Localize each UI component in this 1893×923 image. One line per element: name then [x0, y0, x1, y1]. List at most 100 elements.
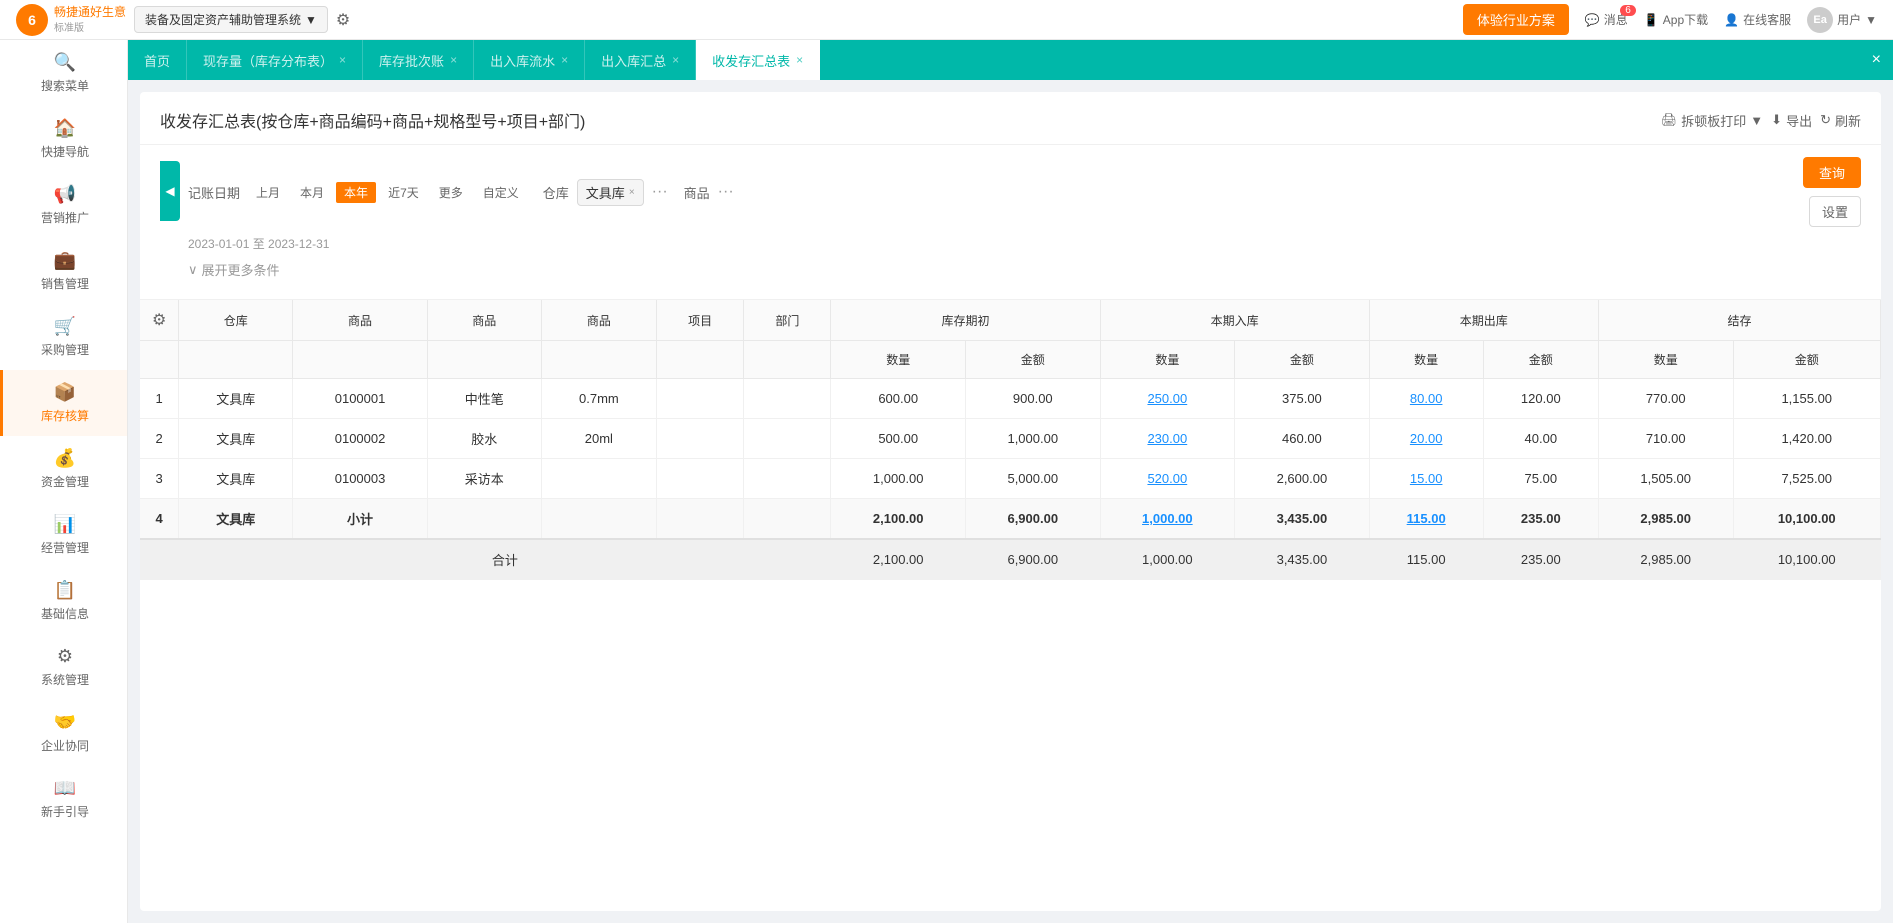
print-button[interactable]: 🖨 拆顿板打印 ▼ — [1661, 111, 1763, 130]
sidebar-item-basic-info[interactable]: 📋 基础信息 — [0, 568, 127, 634]
th-sub-name — [427, 341, 541, 379]
warehouse-more[interactable]: ··· — [652, 183, 668, 201]
page-actions: 🖨 拆顿板打印 ▼ ⬇ 导出 ↻ 刷新 — [1661, 111, 1861, 130]
out-qty-link-3[interactable]: 15.00 — [1410, 471, 1443, 486]
cell-subtotal-empty4 — [744, 499, 831, 540]
in-qty-link-3[interactable]: 520.00 — [1147, 471, 1187, 486]
cell-out-qty-2[interactable]: 20.00 — [1369, 419, 1483, 459]
in-qty-link-2[interactable]: 230.00 — [1147, 431, 1187, 446]
collapse-button[interactable]: ◀ — [160, 161, 180, 221]
user-item[interactable]: Ea 用户 ▼ — [1807, 7, 1877, 33]
th-closing: 结存 — [1598, 300, 1880, 341]
chevron-down-icon: ∨ — [188, 262, 198, 278]
cell-out-qty-3[interactable]: 15.00 — [1369, 459, 1483, 499]
export-label: 导出 — [1786, 111, 1812, 130]
warehouse-tag-close[interactable]: × — [629, 187, 635, 198]
query-button[interactable]: 查询 — [1803, 157, 1861, 188]
expand-more-button[interactable]: ∨ 展开更多条件 — [188, 260, 1861, 279]
app-download-item[interactable]: 📱 App下载 — [1644, 11, 1708, 28]
date-tab-last-month[interactable]: 上月 — [248, 182, 288, 203]
cell-in-amt-1: 375.00 — [1235, 379, 1370, 419]
warehouse-tag[interactable]: 文具库 × — [577, 179, 644, 206]
export-icon: ⬇ — [1771, 112, 1782, 128]
th-settings[interactable]: ⚙ — [140, 300, 179, 341]
out-qty-link-1[interactable]: 80.00 — [1410, 391, 1443, 406]
out-qty-link-2[interactable]: 20.00 — [1410, 431, 1443, 446]
export-button[interactable]: ⬇ 导出 — [1771, 111, 1812, 130]
date-tab-7days[interactable]: 近7天 — [380, 182, 427, 203]
cell-subtotal-out-qty[interactable]: 115.00 — [1369, 499, 1483, 540]
gear-icon[interactable]: ⚙ — [152, 312, 166, 329]
tab-inventory-dist[interactable]: 现存量（库存分布表） × — [187, 40, 363, 80]
th-department: 部门 — [744, 300, 831, 341]
cell-out-qty-1[interactable]: 80.00 — [1369, 379, 1483, 419]
sidebar-item-search[interactable]: 🔍 搜索菜单 — [0, 40, 127, 106]
cell-in-qty-3[interactable]: 520.00 — [1100, 459, 1235, 499]
th-close-amt: 金额 — [1733, 341, 1881, 379]
sidebar-item-marketing[interactable]: 📢 营销推广 — [0, 172, 127, 238]
top-bar-left: 6 畅捷通好生意 标准版 装备及固定资产辅助管理系统 ▼ ⚙ — [16, 4, 350, 36]
chevron-down-icon: ▼ — [1750, 113, 1763, 128]
cell-in-qty-1[interactable]: 250.00 — [1100, 379, 1235, 419]
date-tab-custom[interactable]: 自定义 — [475, 182, 527, 203]
total-row: 合计 2,100.00 6,900.00 1,000.00 3,435.00 1… — [140, 539, 1881, 580]
tab-close-inout-flow[interactable]: × — [561, 53, 568, 67]
inventory-icon: 📦 — [54, 382, 76, 403]
sidebar-item-finance[interactable]: 💰 资金管理 — [0, 436, 127, 502]
sidebar-item-enterprise[interactable]: 🤝 企业协同 — [0, 700, 127, 766]
tab-close-inventory-dist[interactable]: × — [339, 53, 346, 67]
th-out-amt: 金额 — [1483, 341, 1598, 379]
cell-in-qty-2[interactable]: 230.00 — [1100, 419, 1235, 459]
cell-close-amt-1: 1,155.00 — [1733, 379, 1881, 419]
in-qty-link-1[interactable]: 250.00 — [1147, 391, 1187, 406]
date-range: 2023-01-01 至 2023-12-31 — [188, 235, 1861, 252]
date-tab-more[interactable]: 更多 — [431, 182, 471, 203]
sidebar-item-inventory[interactable]: 📦 库存核算 — [0, 370, 127, 436]
sidebar-item-system[interactable]: ⚙ 系统管理 — [0, 634, 127, 700]
cell-proj-1 — [656, 379, 743, 419]
cell-subtotal-in-qty[interactable]: 1,000.00 — [1100, 499, 1235, 540]
th-sub-empty — [140, 341, 179, 379]
cell-code-3: 0100003 — [293, 459, 428, 499]
basic-info-icon: 📋 — [54, 580, 76, 601]
refresh-button[interactable]: ↻ 刷新 — [1820, 111, 1861, 130]
cell-total-in-qty: 1,000.00 — [1100, 539, 1235, 580]
operations-icon: 📊 — [54, 514, 76, 535]
th-goods-code: 商品 — [293, 300, 428, 341]
th-goods-spec: 商品 — [541, 300, 656, 341]
top-bar: 6 畅捷通好生意 标准版 装备及固定资产辅助管理系统 ▼ ⚙ 体验行业方案 💬 … — [0, 0, 1893, 40]
tab-recv-send-summary[interactable]: 收发存汇总表 × — [696, 40, 820, 80]
subtotal-out-qty-link[interactable]: 115.00 — [1407, 511, 1446, 526]
subtotal-in-qty-link[interactable]: 1,000.00 — [1142, 511, 1193, 526]
sidebar-label-quick-nav: 快捷导航 — [41, 143, 89, 160]
tab-close-batch-account[interactable]: × — [450, 53, 457, 67]
messages-item[interactable]: 💬 消息 6 — [1585, 11, 1628, 28]
top-settings-icon[interactable]: ⚙ — [336, 10, 350, 30]
cell-in-amt-2: 460.00 — [1235, 419, 1370, 459]
tab-bar-close-all[interactable]: × — [1860, 51, 1893, 69]
tab-close-recv-send-summary[interactable]: × — [796, 53, 803, 67]
online-service-item[interactable]: 👤 在线客服 — [1724, 11, 1791, 28]
cell-subtotal-label: 小计 — [293, 499, 428, 540]
sidebar-item-operations[interactable]: 📊 经营管理 — [0, 502, 127, 568]
tab-batch-account[interactable]: 库存批次账 × — [363, 40, 474, 80]
tab-home[interactable]: 首页 — [128, 40, 187, 80]
system-selector[interactable]: 装备及固定资产辅助管理系统 ▼ — [134, 6, 328, 33]
tab-inout-flow[interactable]: 出入库流水 × — [474, 40, 585, 80]
date-tab-this-year[interactable]: 本年 — [336, 182, 376, 203]
date-tab-this-month[interactable]: 本月 — [292, 182, 332, 203]
sidebar-item-guide[interactable]: 📖 新手引导 — [0, 766, 127, 832]
tab-inout-summary[interactable]: 出入库汇总 × — [585, 40, 696, 80]
sidebar-item-quick-nav[interactable]: 🏠 快捷导航 — [0, 106, 127, 172]
goods-more[interactable]: ··· — [718, 183, 734, 201]
settings-small-button[interactable]: 设置 — [1809, 196, 1861, 227]
top-bar-right: 体验行业方案 💬 消息 6 📱 App下载 👤 在线客服 Ea 用户 ▼ — [1463, 4, 1877, 35]
trial-button[interactable]: 体验行业方案 — [1463, 4, 1569, 35]
sidebar-label-finance: 资金管理 — [41, 473, 89, 490]
app-wrapper: 6 畅捷通好生意 标准版 装备及固定资产辅助管理系统 ▼ ⚙ 体验行业方案 💬 … — [0, 0, 1893, 923]
service-icon: 👤 — [1724, 13, 1739, 27]
tab-close-inout-summary[interactable]: × — [672, 53, 679, 67]
cell-total-open-qty: 2,100.00 — [831, 539, 966, 580]
sidebar-item-purchase[interactable]: 🛒 采购管理 — [0, 304, 127, 370]
sidebar-item-sales[interactable]: 💼 销售管理 — [0, 238, 127, 304]
